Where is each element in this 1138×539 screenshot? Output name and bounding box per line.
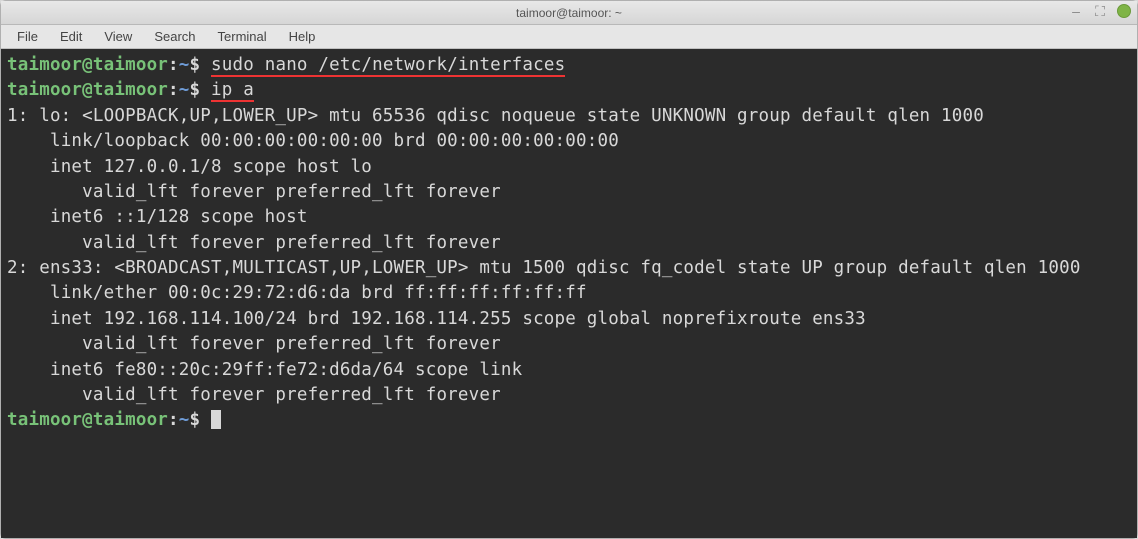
output-line: 1: lo: <LOOPBACK,UP,LOWER_UP> mtu 65536 … bbox=[7, 106, 984, 126]
prompt-symbol: $ bbox=[190, 80, 201, 100]
output-line: valid_lft forever preferred_lft forever bbox=[7, 385, 501, 405]
output-line: valid_lft forever preferred_lft forever bbox=[7, 233, 501, 253]
output-line: link/loopback 00:00:00:00:00:00 brd 00:0… bbox=[7, 131, 619, 151]
prompt-path: ~ bbox=[179, 410, 190, 430]
output-line: valid_lft forever preferred_lft forever bbox=[7, 182, 501, 202]
output-line: inet6 fe80::20c:29ff:fe72:d6da/64 scope … bbox=[7, 360, 522, 380]
output-line: inet6 ::1/128 scope host bbox=[7, 207, 308, 227]
prompt-userhost: taimoor@taimoor bbox=[7, 55, 168, 75]
menu-terminal[interactable]: Terminal bbox=[208, 27, 277, 46]
output-line: 2: ens33: <BROADCAST,MULTICAST,UP,LOWER_… bbox=[7, 258, 1081, 278]
output-line: link/ether 00:0c:29:72:d6:da brd ff:ff:f… bbox=[7, 283, 587, 303]
output-line: valid_lft forever preferred_lft forever bbox=[7, 334, 501, 354]
window-title: taimoor@taimoor: ~ bbox=[516, 6, 622, 20]
prompt-symbol: $ bbox=[190, 55, 201, 75]
titlebar: taimoor@taimoor: ~ – ⛶ bbox=[1, 1, 1137, 25]
terminal[interactable]: taimoor@taimoor:~$ sudo nano /etc/networ… bbox=[1, 49, 1137, 538]
menu-search[interactable]: Search bbox=[144, 27, 205, 46]
maximize-icon[interactable]: ⛶ bbox=[1093, 4, 1107, 18]
prompt-userhost: taimoor@taimoor bbox=[7, 410, 168, 430]
menu-edit[interactable]: Edit bbox=[50, 27, 92, 46]
command-text: sudo nano /etc/network/interfaces bbox=[211, 55, 565, 77]
prompt-path: ~ bbox=[179, 80, 190, 100]
prompt-colon: : bbox=[168, 80, 179, 100]
prompt-userhost: taimoor@taimoor bbox=[7, 80, 168, 100]
menu-file[interactable]: File bbox=[7, 27, 48, 46]
prompt-path: ~ bbox=[179, 55, 190, 75]
cursor bbox=[211, 410, 221, 429]
command-text: ip a bbox=[211, 80, 254, 102]
menubar: File Edit View Search Terminal Help bbox=[1, 25, 1137, 49]
prompt-symbol: $ bbox=[190, 410, 201, 430]
minimize-icon[interactable]: – bbox=[1069, 4, 1083, 18]
menu-view[interactable]: View bbox=[94, 27, 142, 46]
menu-help[interactable]: Help bbox=[279, 27, 326, 46]
prompt-colon: : bbox=[168, 410, 179, 430]
prompt-colon: : bbox=[168, 55, 179, 75]
window-controls: – ⛶ bbox=[1069, 4, 1131, 18]
close-icon[interactable] bbox=[1117, 4, 1131, 18]
output-line: inet 127.0.0.1/8 scope host lo bbox=[7, 157, 372, 177]
output-line: inet 192.168.114.100/24 brd 192.168.114.… bbox=[7, 309, 866, 329]
